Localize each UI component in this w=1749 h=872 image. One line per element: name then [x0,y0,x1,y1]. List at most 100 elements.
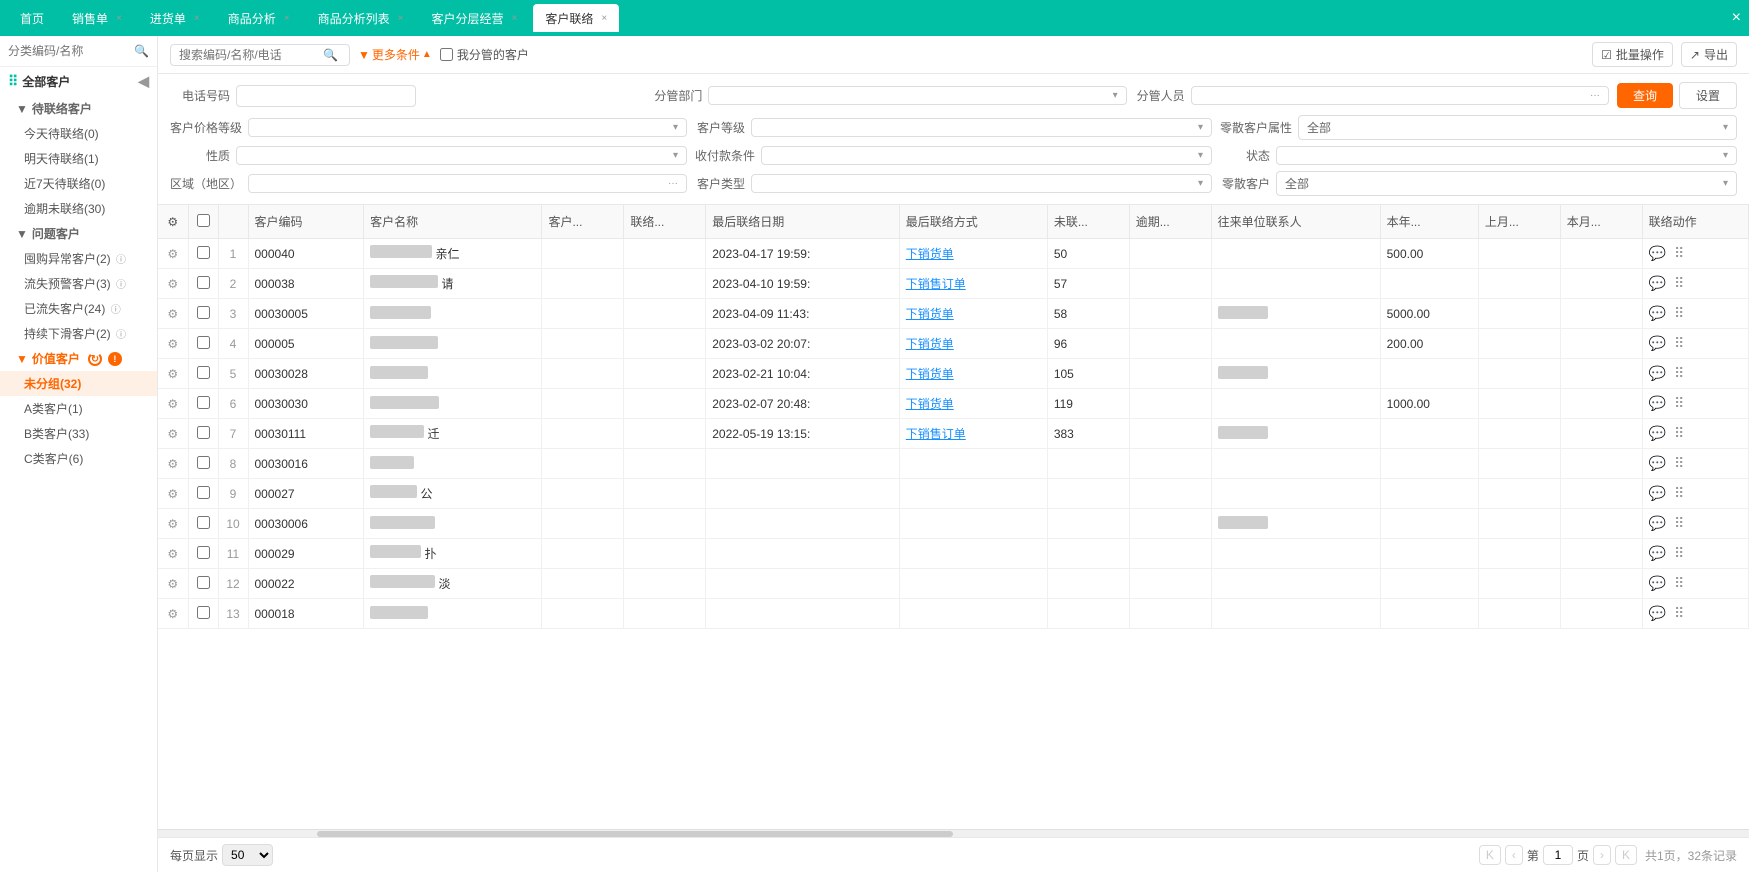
row-grid-icon-2[interactable]: ⠿ [1674,305,1684,322]
row-chat-icon-10[interactable]: 💬 [1649,545,1666,562]
row-checkbox-1[interactable] [188,269,218,299]
search-button[interactable]: 查询 [1617,83,1673,108]
settings-column-header[interactable]: ⚙ [158,205,188,239]
row-grid-icon-6[interactable]: ⠿ [1674,425,1684,442]
last-method-link[interactable]: 下销货单 [906,367,954,381]
last-method-link[interactable]: 下销售订单 [906,277,966,291]
sidebar-search-input[interactable] [8,44,130,58]
retail-select[interactable]: 全部 ▾ [1276,171,1737,196]
row-chat-icon-3[interactable]: 💬 [1649,335,1666,352]
sidebar-item-lost[interactable]: 已流失客户(24) ⓘ [0,296,157,321]
row-settings-icon[interactable]: ⚙ [167,547,178,561]
cust-type-select[interactable]: ▾ [751,174,1212,193]
export-button[interactable]: ↗ 导出 [1681,42,1737,67]
row-checkbox-10[interactable] [188,539,218,569]
price-level-select[interactable]: ▾ [248,118,687,137]
row-checkbox[interactable] [197,486,210,499]
sidebar-item-overdue[interactable]: 逾期未联络(30) [0,196,157,221]
last-method-link[interactable]: 下销货单 [906,337,954,351]
row-chat-icon-5[interactable]: 💬 [1649,395,1666,412]
row-grid-icon-3[interactable]: ⠿ [1674,335,1684,352]
lastmethod-column-header[interactable]: 最后联络方式 [899,205,1047,239]
row-checkbox[interactable] [197,366,210,379]
row-chat-icon-11[interactable]: 💬 [1649,575,1666,592]
row-chat-icon-4[interactable]: 💬 [1649,365,1666,382]
row-settings-icon[interactable]: ⚙ [167,487,178,501]
tab-customer-contact[interactable]: 客户联络 × [533,4,619,32]
row-checkbox[interactable] [197,396,210,409]
row-lastmethod-4[interactable]: 下销货单 [899,359,1047,389]
last-method-link[interactable]: 下销货单 [906,397,954,411]
row-checkbox[interactable] [197,546,210,559]
row-settings-icon[interactable]: ⚙ [167,397,178,411]
row-chat-icon-1[interactable]: 💬 [1649,275,1666,292]
row-settings-icon[interactable]: ⚙ [167,307,178,321]
row-chat-icon-12[interactable]: 💬 [1649,605,1666,622]
sidebar-item-unclassified[interactable]: 未分组(32) [0,371,157,396]
value-customers-category[interactable]: ▼ 价值客户 ↻ ! [0,346,157,371]
row-lastmethod-3[interactable]: 下销货单 [899,329,1047,359]
horizontal-scrollbar[interactable] [158,829,1749,837]
row-lastmethod-2[interactable]: 下销货单 [899,299,1047,329]
row-checkbox[interactable] [197,276,210,289]
last-method-link[interactable]: 下销货单 [906,247,954,261]
status-select[interactable]: ▾ [1276,146,1737,165]
row-settings-icon[interactable]: ⚙ [167,577,178,591]
scrollbar-thumb[interactable] [317,831,953,837]
tab-sales[interactable]: 销售单 × [60,4,134,32]
problem-customers-category[interactable]: ▼ 问题客户 [0,221,157,246]
close-customer-segment-tab[interactable]: × [511,13,517,24]
close-purchase-tab[interactable]: × [194,13,200,24]
reset-button[interactable]: 设置 [1679,82,1737,109]
page-input[interactable] [1543,845,1573,865]
name-column-header[interactable]: 客户名称 [364,205,542,239]
sidebar-item-today[interactable]: 今天待联络(0) [0,121,157,146]
code-column-header[interactable]: 客户编码 [248,205,364,239]
last-month-column-header[interactable]: 上月... [1478,205,1560,239]
sidebar-item-group-a[interactable]: A类客户(1) [0,396,157,421]
row-settings-icon[interactable]: ⚙ [167,457,178,471]
sidebar-item-loss-warning[interactable]: 流失预警客户(3) ⓘ [0,271,157,296]
batch-ops-button[interactable]: ☑ 批量操作 [1592,42,1673,67]
dept-select[interactable]: ▾ [708,86,1126,105]
row-grid-icon-10[interactable]: ⠿ [1674,545,1684,562]
row-chat-icon-8[interactable]: 💬 [1649,485,1666,502]
row-settings-icon[interactable]: ⚙ [167,247,178,261]
row-lastmethod-0[interactable]: 下销货单 [899,239,1047,269]
row-settings-2[interactable]: ⚙ [158,299,188,329]
row-settings-icon[interactable]: ⚙ [167,427,178,441]
row-settings-icon[interactable]: ⚙ [167,607,178,621]
page-size-select[interactable]: 50 100 200 [222,844,273,866]
close-customer-contact-tab[interactable]: × [601,13,607,24]
close-product-list-tab[interactable]: × [398,13,404,24]
row-chat-icon-9[interactable]: 💬 [1649,515,1666,532]
pending-contact-category[interactable]: ▼ 待联络客户 [0,96,157,121]
row-grid-icon-8[interactable]: ⠿ [1674,485,1684,502]
row-checkbox[interactable] [197,516,210,529]
contact-column-header[interactable]: 联络... [624,205,706,239]
row-settings-icon[interactable]: ⚙ [167,517,178,531]
row-grid-icon-5[interactable]: ⠿ [1674,395,1684,412]
my-customers-filter[interactable]: 我分管的客户 [440,46,529,63]
last-page-button[interactable]: K [1615,845,1637,865]
tab-product-list[interactable]: 商品分析列表 × [306,4,416,32]
all-customers-collapse[interactable]: ◀ [138,73,149,90]
row-grid-icon-0[interactable]: ⠿ [1674,245,1684,262]
no-contact-column-header[interactable]: 未联... [1047,205,1129,239]
tab-customer-segment[interactable]: 客户分层经营 × [419,4,529,32]
this-month-column-header[interactable]: 本月... [1560,205,1642,239]
row-grid-icon-9[interactable]: ⠿ [1674,515,1684,532]
value-refresh-icon[interactable]: ↻ [88,352,102,366]
row-checkbox-5[interactable] [188,389,218,419]
last-method-link[interactable]: 下销货单 [906,307,954,321]
manager-select[interactable]: ··· [1191,86,1609,105]
sidebar-item-group-b[interactable]: B类客户(33) [0,421,157,446]
row-settings-4[interactable]: ⚙ [158,359,188,389]
row-settings-icon[interactable]: ⚙ [167,367,178,381]
search-input[interactable] [179,48,319,62]
row-lastmethod-1[interactable]: 下销售订单 [899,269,1047,299]
row-settings-5[interactable]: ⚙ [158,389,188,419]
tab-product-analysis[interactable]: 商品分析 × [216,4,302,32]
overdue-column-header[interactable]: 逾期... [1129,205,1211,239]
row-grid-icon-4[interactable]: ⠿ [1674,365,1684,382]
